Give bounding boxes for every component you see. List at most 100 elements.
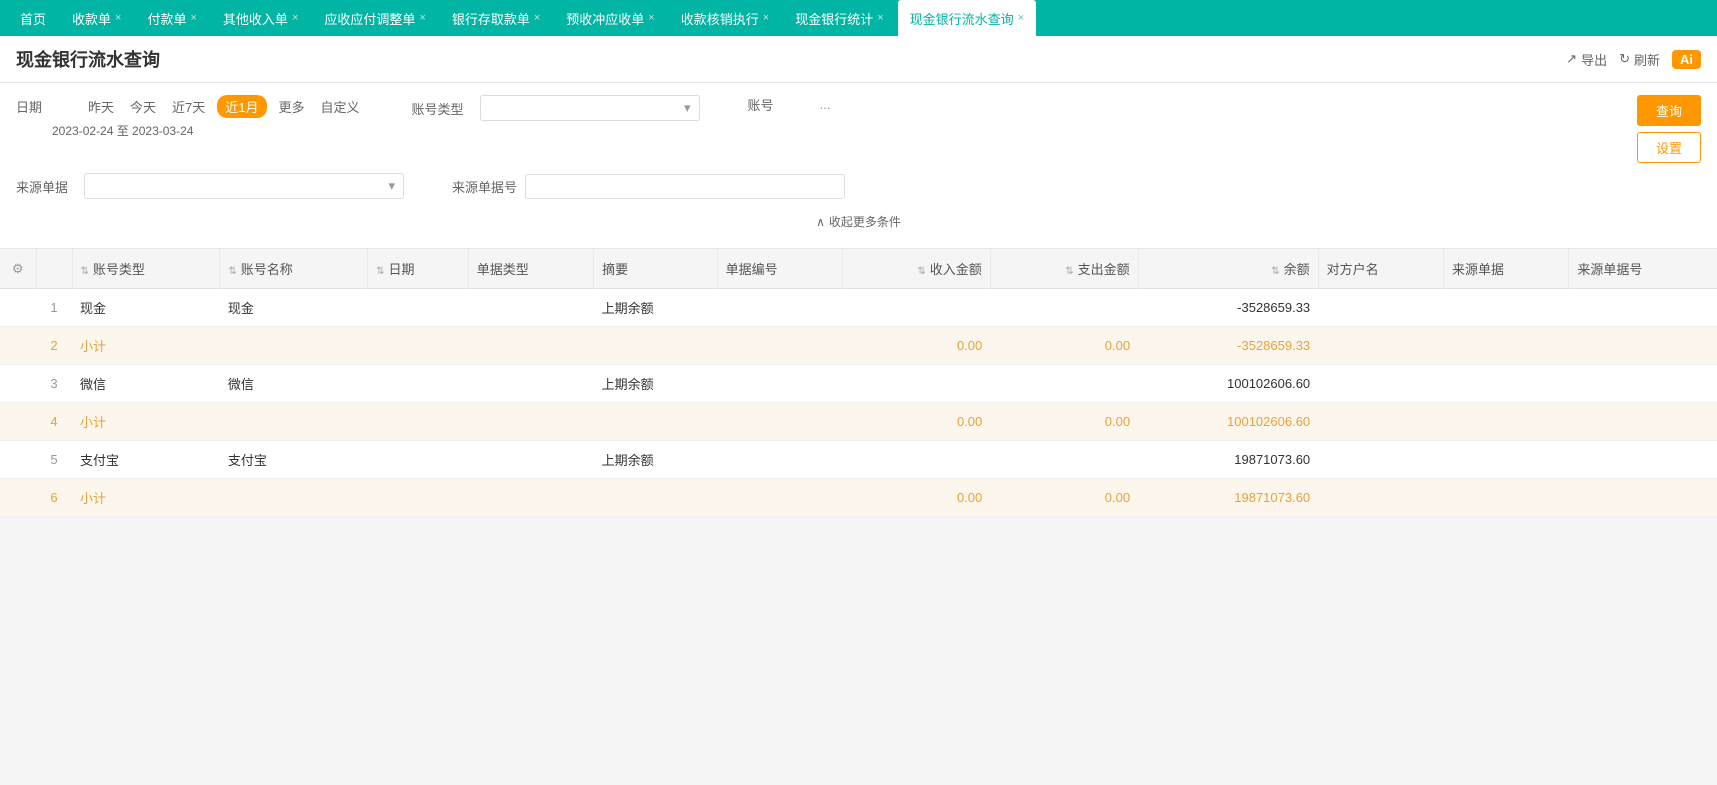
row-doc-no — [717, 289, 842, 327]
settings-button[interactable]: 设置 — [1637, 132, 1701, 163]
table-header-account-name[interactable]: ⇅账号名称 — [220, 249, 368, 289]
table-header-income[interactable]: ⇅收入金额 — [842, 249, 990, 289]
row-gear[interactable] — [0, 403, 36, 441]
row-balance: -3528659.33 — [1138, 289, 1318, 327]
account-dots[interactable]: ... — [816, 97, 835, 112]
data-table-container: ⚙ ⇅账号类型 ⇅账号名称 ⇅日期 单据类型 摘要 单据编号 ⇅收入金额 ⇅支出… — [0, 249, 1717, 517]
nav-tab-verify-label: 收款核销执行 — [681, 9, 759, 28]
row-account-name: 支付宝 — [220, 441, 368, 479]
nav-tab-prepay[interactable]: 预收冲应收单 × — [554, 0, 666, 36]
nav-tab-receipt[interactable]: 收款单 × — [60, 0, 133, 36]
date-shortcuts: 昨天 今天 近7天 近1月 更多 自定义 — [84, 95, 364, 118]
page-title: 现金银行流水查询 — [16, 46, 160, 72]
table-header-expense[interactable]: ⇅支出金额 — [990, 249, 1138, 289]
row-balance: 100102606.60 — [1138, 403, 1318, 441]
date-btn-today[interactable]: 今天 — [126, 95, 160, 118]
row-account-type: 小计 — [72, 403, 220, 441]
row-summary: 上期余额 — [594, 441, 718, 479]
date-btn-1month[interactable]: 近1月 — [217, 95, 266, 118]
collapse-bar[interactable]: ∧ 收起更多条件 — [16, 207, 1701, 236]
table-header-counterpart: 对方户名 — [1318, 249, 1443, 289]
table-row[interactable]: 6小计0.000.0019871073.60 — [0, 479, 1717, 517]
account-type-select[interactable]: ▾ — [480, 95, 700, 121]
row-gear[interactable] — [0, 365, 36, 403]
row-num: 6 — [36, 479, 72, 517]
row-source-doc-no — [1569, 327, 1717, 365]
row-account-type: 微信 — [72, 365, 220, 403]
table-row[interactable]: 3微信微信上期余额100102606.60 — [0, 365, 1717, 403]
row-gear[interactable] — [0, 479, 36, 517]
row-gear[interactable] — [0, 289, 36, 327]
top-navigation: 首页 收款单 × 付款单 × 其他收入单 × 应收应付调整单 × 银行存取款单 … — [0, 0, 1717, 36]
export-button[interactable]: ↗ 导出 — [1566, 50, 1607, 69]
nav-tab-payment[interactable]: 付款单 × — [135, 0, 208, 36]
row-num: 5 — [36, 441, 72, 479]
account-type-chevron-icon: ▾ — [684, 100, 691, 116]
row-source-doc-no — [1569, 479, 1717, 517]
query-button[interactable]: 查询 — [1637, 95, 1701, 126]
table-header-balance[interactable]: ⇅余额 — [1138, 249, 1318, 289]
row-doc-no — [717, 479, 842, 517]
table-row[interactable]: 2小计0.000.00-3528659.33 — [0, 327, 1717, 365]
date-label: 日期 — [16, 97, 76, 116]
refresh-button[interactable]: ↻ 刷新 — [1619, 50, 1660, 69]
date-btn-more[interactable]: 更多 — [275, 95, 309, 118]
nav-tab-bank-deposit-close[interactable]: × — [534, 12, 540, 24]
nav-tab-adjustment[interactable]: 应收应付调整单 × — [312, 0, 437, 36]
row-balance: 19871073.60 — [1138, 479, 1318, 517]
row-doc-type — [468, 327, 593, 365]
date-btn-yesterday[interactable]: 昨天 — [84, 95, 118, 118]
nav-tab-statistics-close[interactable]: × — [877, 12, 883, 24]
row-account-name — [220, 327, 368, 365]
nav-tab-prepay-label: 预收冲应收单 — [566, 9, 644, 28]
page-header: 现金银行流水查询 ↗ 导出 ↻ 刷新 Ai — [0, 36, 1717, 83]
nav-tab-verify-close[interactable]: × — [763, 12, 769, 24]
nav-tab-bank-deposit[interactable]: 银行存取款单 × — [440, 0, 552, 36]
row-source-doc — [1444, 479, 1569, 517]
row-income: 0.00 — [842, 479, 990, 517]
nav-tab-cashflow-close[interactable]: × — [1018, 12, 1024, 24]
nav-tab-receipt-close[interactable]: × — [115, 12, 121, 24]
row-counterpart — [1318, 327, 1443, 365]
row-date — [368, 327, 469, 365]
nav-tab-receipt-label: 收款单 — [72, 9, 111, 28]
nav-tab-bank-deposit-label: 银行存取款单 — [452, 9, 530, 28]
table-row[interactable]: 1现金现金上期余额-3528659.33 — [0, 289, 1717, 327]
filter-area: 日期 昨天 今天 近7天 近1月 更多 自定义 2023-02-24 至 202… — [0, 83, 1717, 249]
nav-tab-prepay-close[interactable]: × — [648, 12, 654, 24]
row-account-type: 现金 — [72, 289, 220, 327]
row-gear[interactable] — [0, 327, 36, 365]
table-row[interactable]: 5支付宝支付宝上期余额19871073.60 — [0, 441, 1717, 479]
row-source-doc — [1444, 289, 1569, 327]
row-balance: -3528659.33 — [1138, 327, 1318, 365]
row-account-name — [220, 479, 368, 517]
nav-tab-adjustment-close[interactable]: × — [419, 12, 425, 24]
nav-tab-other-income-close[interactable]: × — [292, 12, 298, 24]
nav-tab-statistics[interactable]: 现金银行统计 × — [783, 0, 895, 36]
nav-tab-other-income[interactable]: 其他收入单 × — [211, 0, 310, 36]
row-gear[interactable] — [0, 441, 36, 479]
nav-tab-verify[interactable]: 收款核销执行 × — [669, 0, 781, 36]
row-counterpart — [1318, 403, 1443, 441]
table-header-account-type[interactable]: ⇅账号类型 — [72, 249, 220, 289]
table-row[interactable]: 4小计0.000.00100102606.60 — [0, 403, 1717, 441]
date-btn-7days[interactable]: 近7天 — [168, 95, 209, 118]
date-btn-custom[interactable]: 自定义 — [317, 95, 364, 118]
nav-tab-payment-close[interactable]: × — [190, 12, 196, 24]
source-doc-num-input[interactable] — [525, 174, 845, 199]
nav-tab-home[interactable]: 首页 — [8, 0, 58, 36]
nav-tab-cashflow[interactable]: 现金银行流水查询 × — [898, 0, 1036, 36]
row-expense: 0.00 — [990, 327, 1138, 365]
row-source-doc — [1444, 327, 1569, 365]
row-date — [368, 289, 469, 327]
row-num: 1 — [36, 289, 72, 327]
collapse-up-icon: ∧ — [816, 215, 825, 229]
table-header-date[interactable]: ⇅日期 — [368, 249, 469, 289]
source-doc-select[interactable]: ▾ — [84, 173, 404, 199]
collapse-label: 收起更多条件 — [829, 213, 901, 230]
ai-button[interactable]: Ai — [1672, 50, 1701, 69]
nav-tab-home-label: 首页 — [20, 9, 46, 28]
export-label: 导出 — [1581, 50, 1607, 69]
header-actions: ↗ 导出 ↻ 刷新 Ai — [1566, 50, 1701, 69]
table-header-gear[interactable]: ⚙ — [0, 249, 36, 289]
